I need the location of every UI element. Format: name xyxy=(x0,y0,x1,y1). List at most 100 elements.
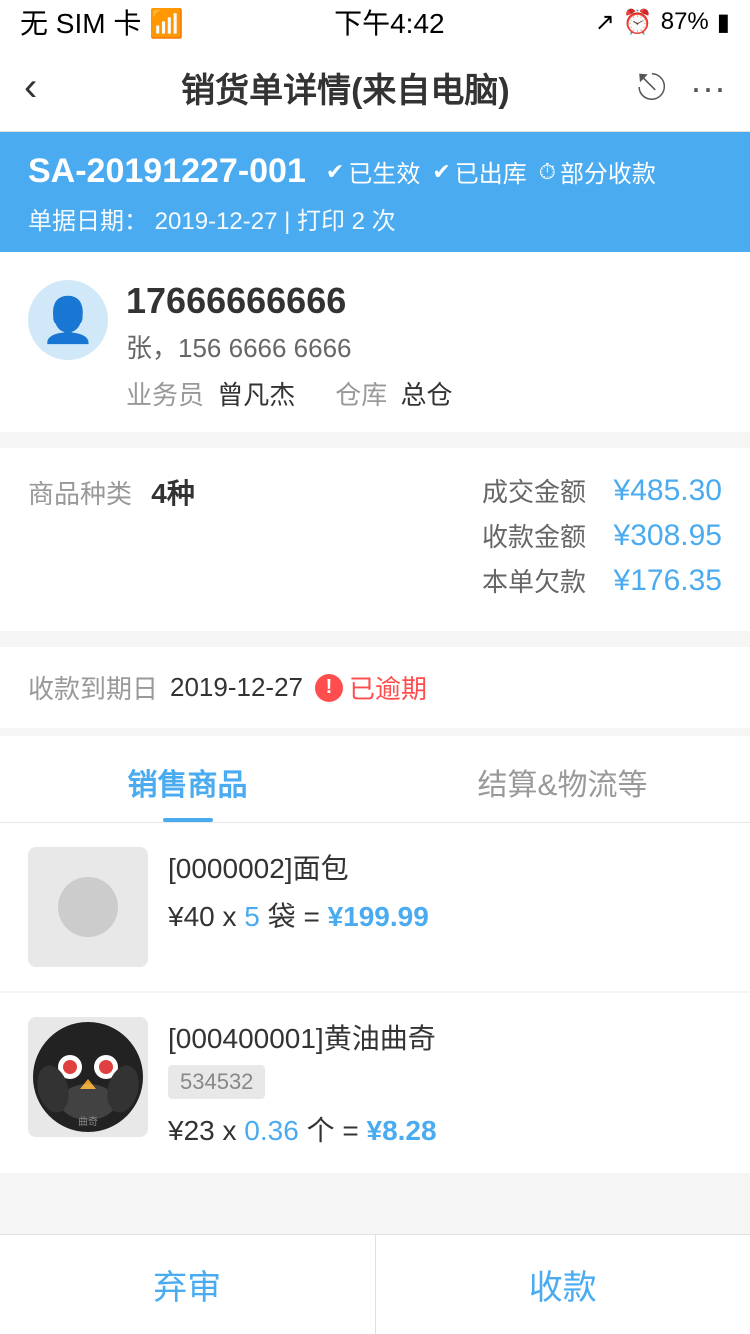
avatar-icon: 👤 xyxy=(41,294,96,346)
deal-label: 成交金额 xyxy=(482,472,586,509)
sales-value: 曾凡杰 xyxy=(217,380,295,410)
battery-level: 87% xyxy=(661,8,709,36)
tab-settlement[interactable]: 结算&物流等 xyxy=(375,736,750,822)
product-item-2: 曲奇 [000400001]黄油曲奇 534532 ¥23 x 0.36 个 =… xyxy=(0,993,750,1173)
cancel-button[interactable]: 弃审 xyxy=(0,1235,376,1334)
status-time: 下午4:42 xyxy=(334,2,445,42)
customer-section: 👤 17666666666 张，156 6666 6666 业务员 曾凡杰 仓库… xyxy=(0,252,750,432)
confirm-button[interactable]: 收款 xyxy=(376,1235,750,1334)
status-tags: ✔ 已生效 ✔ 已出库 ⏱ 部分收款 xyxy=(326,154,656,189)
location-icon: ↗ xyxy=(595,8,615,37)
warehouse-meta: 仓库 总仓 xyxy=(335,375,452,412)
price-qty-1: 5 xyxy=(244,901,260,932)
price-qty-2: 0.36 xyxy=(244,1115,299,1146)
due-label: 收款到期日 xyxy=(28,669,158,706)
owed-amount-row: 本单欠款 ¥176.35 xyxy=(482,562,722,599)
cancel-label: 弃审 xyxy=(153,1260,221,1309)
nav-actions: ⎋ ··· xyxy=(638,66,726,109)
product-thumb-1 xyxy=(28,847,148,967)
avatar: 👤 xyxy=(28,280,108,360)
product-name-2: [000400001]黄油曲奇 xyxy=(168,1017,722,1057)
price-total-2: ¥8.28 xyxy=(367,1115,437,1146)
warehouse-label: 仓库 xyxy=(335,380,387,410)
order-date: 2019-12-27 xyxy=(155,208,278,235)
tag-shipped-label: 已出库 xyxy=(455,154,527,189)
warehouse-value: 总仓 xyxy=(401,380,453,410)
product-type-section: 商品种类 4种 xyxy=(28,472,195,520)
sales-meta: 业务员 曾凡杰 xyxy=(126,375,295,412)
more-icon[interactable]: ··· xyxy=(690,67,726,109)
customer-info: 17666666666 张，156 6666 6666 业务员 曾凡杰 仓库 总… xyxy=(126,280,722,412)
product-list: [0000002]面包 ¥40 x 5 袋 = ¥199.99 xyxy=(0,823,750,1173)
tab-products[interactable]: 销售商品 xyxy=(0,736,375,822)
product-price-1: ¥40 x 5 袋 = ¥199.99 xyxy=(168,895,722,935)
status-right: ↗ ⏰ 87% ▮ xyxy=(595,8,730,37)
received-amount-row: 收款金额 ¥308.95 xyxy=(482,517,722,554)
tag-effective: ✔ 已生效 xyxy=(326,154,420,189)
owed-label: 本单欠款 xyxy=(482,562,586,599)
order-id: SA-20191227-001 xyxy=(28,152,306,191)
check-icon-1: ✔ xyxy=(326,159,344,185)
product-code-1: [0000002] xyxy=(168,853,293,884)
order-date-info: 单据日期： 2019-12-27 | 打印 2 次 xyxy=(28,201,722,236)
tag-effective-label: 已生效 xyxy=(348,154,420,189)
tag-partial: ⏱ 部分收款 xyxy=(539,154,656,189)
cookie-thumb-svg: 曲奇 xyxy=(28,1017,148,1137)
product-title-2: 黄油曲奇 xyxy=(324,1023,436,1054)
product-type-label: 商品种类 xyxy=(28,479,132,509)
price-unit-2: 个 xyxy=(307,1115,335,1146)
deal-amount-row: 成交金额 ¥485.30 xyxy=(482,472,722,509)
product-thumb-2: 曲奇 xyxy=(28,1017,148,1137)
tab-settlement-label: 结算&物流等 xyxy=(477,769,647,802)
bottom-bar: 弃审 收款 xyxy=(0,1234,750,1334)
product-info-2: [000400001]黄油曲奇 534532 ¥23 x 0.36 个 = ¥8… xyxy=(168,1017,722,1149)
print-info: | 打印 2 次 xyxy=(284,208,396,235)
battery-icon: ▮ xyxy=(717,8,730,37)
deal-value: ¥485.30 xyxy=(602,474,722,508)
received-value: ¥308.95 xyxy=(602,519,722,553)
date-label: 单据日期： xyxy=(28,208,148,235)
tab-products-label: 销售商品 xyxy=(128,769,248,802)
product-name-1: [0000002]面包 xyxy=(168,847,722,887)
owed-value: ¥176.35 xyxy=(602,564,722,598)
clock-icon: ⏱ xyxy=(539,159,556,185)
check-icon-2: ✔ xyxy=(432,159,450,185)
summary-section: 商品种类 4种 成交金额 ¥485.30 收款金额 ¥308.95 本单欠款 ¥… xyxy=(0,448,750,631)
price-base-2: ¥23 xyxy=(168,1115,215,1146)
customer-name: 张，156 6666 6666 xyxy=(126,328,722,365)
product-item-1: [0000002]面包 ¥40 x 5 袋 = ¥199.99 xyxy=(0,823,750,991)
back-button[interactable]: ‹ xyxy=(24,65,37,110)
product-code-2: [000400001] xyxy=(168,1023,324,1054)
tabs-section: 销售商品 结算&物流等 xyxy=(0,736,750,823)
header-banner: SA-20191227-001 ✔ 已生效 ✔ 已出库 ⏱ 部分收款 单据日期：… xyxy=(0,132,750,252)
status-network: 无 SIM 卡 📶 xyxy=(20,2,184,42)
product-title-1: 面包 xyxy=(293,853,349,884)
customer-meta: 业务员 曾凡杰 仓库 总仓 xyxy=(126,375,722,412)
tag-partial-label: 部分收款 xyxy=(560,154,656,189)
price-total-1: ¥199.99 xyxy=(328,901,429,932)
overdue-icon: ! xyxy=(315,674,343,702)
nav-bar: ‹ 销货单详情(来自电脑) ⎋ ··· xyxy=(0,44,750,132)
page-title: 销货单详情(来自电脑) xyxy=(53,63,637,112)
price-base-1: ¥40 xyxy=(168,901,215,932)
received-label: 收款金额 xyxy=(482,517,586,554)
due-date: 2019-12-27 xyxy=(170,672,303,703)
overdue-text: 已逾期 xyxy=(349,669,427,706)
sales-label: 业务员 xyxy=(126,380,204,410)
share-icon[interactable]: ⎋ xyxy=(638,66,666,109)
confirm-label: 收款 xyxy=(529,1260,597,1309)
product-price-2: ¥23 x 0.36 个 = ¥8.28 xyxy=(168,1109,722,1149)
price-unit-1: 袋 xyxy=(268,901,296,932)
product-type-value: 4种 xyxy=(151,478,195,509)
svg-text:曲奇: 曲奇 xyxy=(78,1115,98,1128)
status-bar: 无 SIM 卡 📶 下午4:42 ↗ ⏰ 87% ▮ xyxy=(0,0,750,44)
tag-shipped: ✔ 已出库 xyxy=(432,154,526,189)
overdue-indicator: ! 已逾期 xyxy=(315,669,427,706)
product-badge-2: 534532 xyxy=(168,1065,265,1099)
alarm-icon: ⏰ xyxy=(623,8,653,37)
amount-section: 成交金额 ¥485.30 收款金额 ¥308.95 本单欠款 ¥176.35 xyxy=(482,472,722,607)
bread-thumb-svg xyxy=(48,867,128,947)
product-info-1: [0000002]面包 ¥40 x 5 袋 = ¥199.99 xyxy=(168,847,722,935)
due-section: 收款到期日 2019-12-27 ! 已逾期 xyxy=(0,647,750,736)
customer-phone: 17666666666 xyxy=(126,280,722,322)
